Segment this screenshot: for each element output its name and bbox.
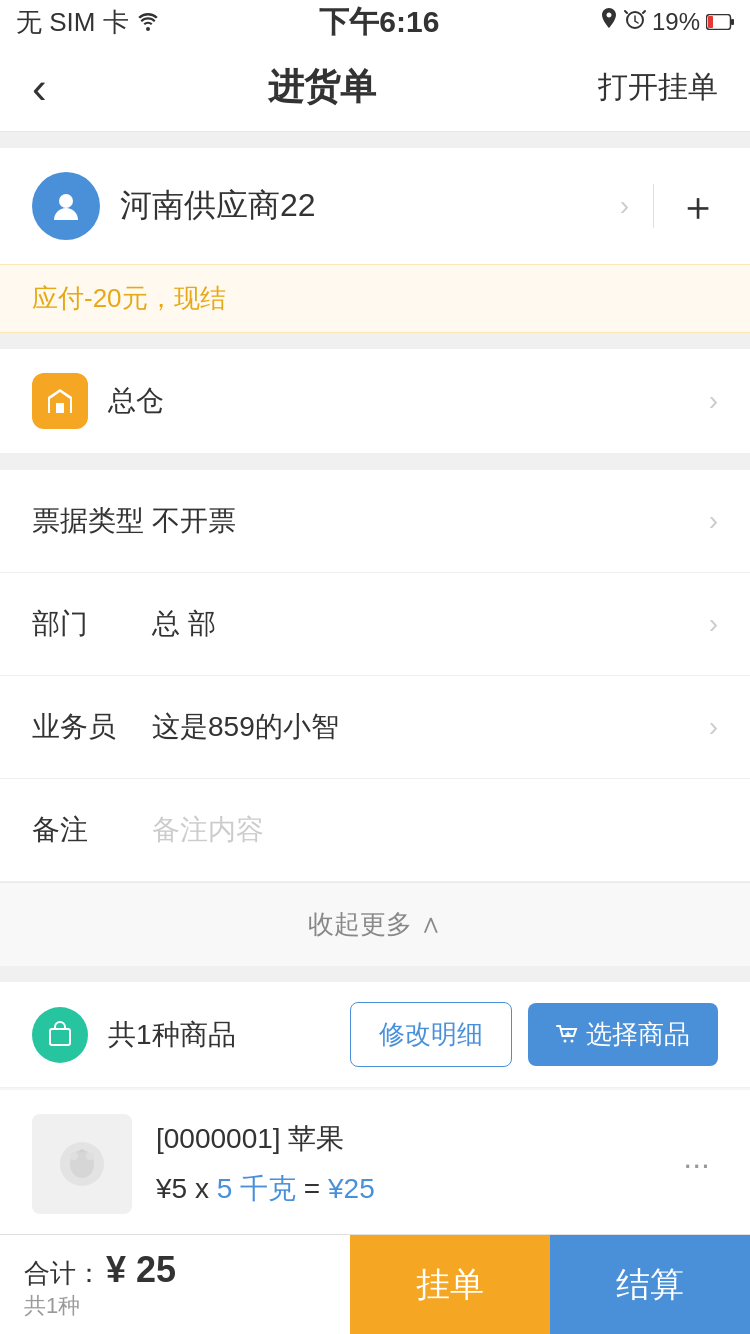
open-hold-button[interactable]: 打开挂单	[598, 67, 718, 108]
edit-detail-button[interactable]: 修改明细	[350, 1002, 512, 1067]
salesperson-label: 业务员	[32, 708, 152, 746]
status-left: 无 SIM 卡	[16, 5, 159, 40]
cart-icon	[556, 1019, 578, 1050]
product-quantity: 5	[217, 1173, 233, 1204]
warehouse-name: 总仓	[108, 382, 709, 420]
total-sub: 共1种	[24, 1291, 326, 1321]
total-amount: ¥ 25	[106, 1249, 176, 1291]
sim-status: 无 SIM 卡	[16, 5, 129, 40]
product-thumbnail	[32, 1114, 132, 1214]
product-total: ¥25	[328, 1173, 375, 1204]
svg-point-11	[70, 1152, 78, 1160]
invoice-type-label: 票据类型	[32, 502, 152, 540]
invoice-type-row[interactable]: 票据类型 不开票 ›	[0, 470, 750, 573]
salesperson-chevron-icon: ›	[709, 711, 718, 743]
remark-input[interactable]: 备注内容	[152, 811, 718, 849]
salesperson-value: 这是859的小智	[152, 708, 709, 746]
supplier-name: 河南供应商22	[120, 184, 620, 228]
status-time: 下午6:16	[319, 2, 439, 43]
svg-rect-3	[708, 16, 713, 28]
svg-rect-5	[56, 403, 64, 413]
status-right: 19%	[600, 8, 734, 36]
svg-rect-6	[50, 1029, 70, 1045]
alarm-icon	[624, 8, 646, 36]
product-name: [0000001] 苹果	[156, 1120, 675, 1158]
location-icon	[600, 8, 618, 36]
alert-text: 应付-20元，现结	[32, 283, 226, 313]
department-label: 部门	[32, 605, 152, 643]
add-supplier-button[interactable]: ＋	[678, 179, 718, 234]
invoice-chevron-icon: ›	[709, 505, 718, 537]
supplier-row[interactable]: 河南供应商22 › ＋	[0, 148, 750, 264]
battery-text: 19%	[652, 8, 700, 36]
products-header: 共1种商品 修改明细 选择商品	[0, 982, 750, 1088]
salesperson-row[interactable]: 业务员 这是859的小智 ›	[0, 676, 750, 779]
hold-button[interactable]: 挂单	[350, 1235, 550, 1334]
status-bar: 无 SIM 卡 下午6:16 19%	[0, 0, 750, 44]
alert-banner: 应付-20元，现结	[0, 264, 750, 333]
invoice-type-value: 不开票	[152, 502, 709, 540]
products-icon	[32, 1007, 88, 1063]
back-button[interactable]: ‹	[32, 63, 47, 113]
checkout-button[interactable]: 结算	[550, 1235, 750, 1334]
select-product-label: 选择商品	[586, 1017, 690, 1052]
section-gap-2	[0, 333, 750, 349]
product-price: ¥5 x 5 千克 = ¥25	[156, 1170, 675, 1208]
products-count: 共1种商品	[108, 1016, 350, 1054]
remark-label: 备注	[32, 811, 152, 849]
svg-point-7	[564, 1040, 567, 1043]
collapse-label: 收起更多 ∧	[308, 909, 441, 939]
svg-point-12	[86, 1152, 94, 1160]
total-label: 合计： ¥ 25	[24, 1249, 326, 1291]
unit-price: ¥5	[156, 1173, 187, 1204]
form-section: 票据类型 不开票 › 部门 总 部 › 业务员 这是859的小智 › 备注 备注…	[0, 470, 750, 882]
supplier-section: 河南供应商22 › ＋ 应付-20元，现结	[0, 148, 750, 333]
product-code: [0000001]	[156, 1123, 281, 1154]
wifi-icon	[137, 7, 159, 38]
warehouse-section: 总仓 ›	[0, 349, 750, 454]
department-value: 总 部	[152, 605, 709, 643]
department-row[interactable]: 部门 总 部 ›	[0, 573, 750, 676]
svg-rect-2	[731, 19, 734, 25]
total-section: 合计： ¥ 25 共1种	[0, 1249, 350, 1321]
supplier-divider	[653, 184, 654, 228]
section-gap-3	[0, 454, 750, 470]
warehouse-chevron-icon: ›	[709, 385, 718, 417]
nav-bar: ‹ 进货单 打开挂单	[0, 44, 750, 132]
bottom-bar: 合计： ¥ 25 共1种 挂单 结算	[0, 1234, 750, 1334]
section-gap-4	[0, 966, 750, 982]
supplier-chevron-icon: ›	[620, 190, 629, 222]
product-more-button[interactable]: ···	[675, 1138, 718, 1191]
warehouse-icon	[32, 373, 88, 429]
section-gap-1	[0, 132, 750, 148]
select-product-button[interactable]: 选择商品	[528, 1003, 718, 1066]
remark-row[interactable]: 备注 备注内容	[0, 779, 750, 882]
warehouse-row[interactable]: 总仓 ›	[0, 349, 750, 454]
svg-point-8	[571, 1040, 574, 1043]
product-title: 苹果	[288, 1123, 344, 1154]
battery-icon	[706, 8, 734, 36]
collapse-row[interactable]: 收起更多 ∧	[0, 882, 750, 966]
page-title: 进货单	[268, 63, 376, 112]
total-prefix: 合计：	[24, 1256, 102, 1291]
product-item: [0000001] 苹果 ¥5 x 5 千克 = ¥25 ···	[0, 1090, 750, 1238]
supplier-avatar	[32, 172, 100, 240]
product-unit: 千克	[240, 1173, 296, 1204]
department-chevron-icon: ›	[709, 608, 718, 640]
product-info: [0000001] 苹果 ¥5 x 5 千克 = ¥25	[156, 1120, 675, 1208]
svg-point-4	[59, 194, 73, 208]
